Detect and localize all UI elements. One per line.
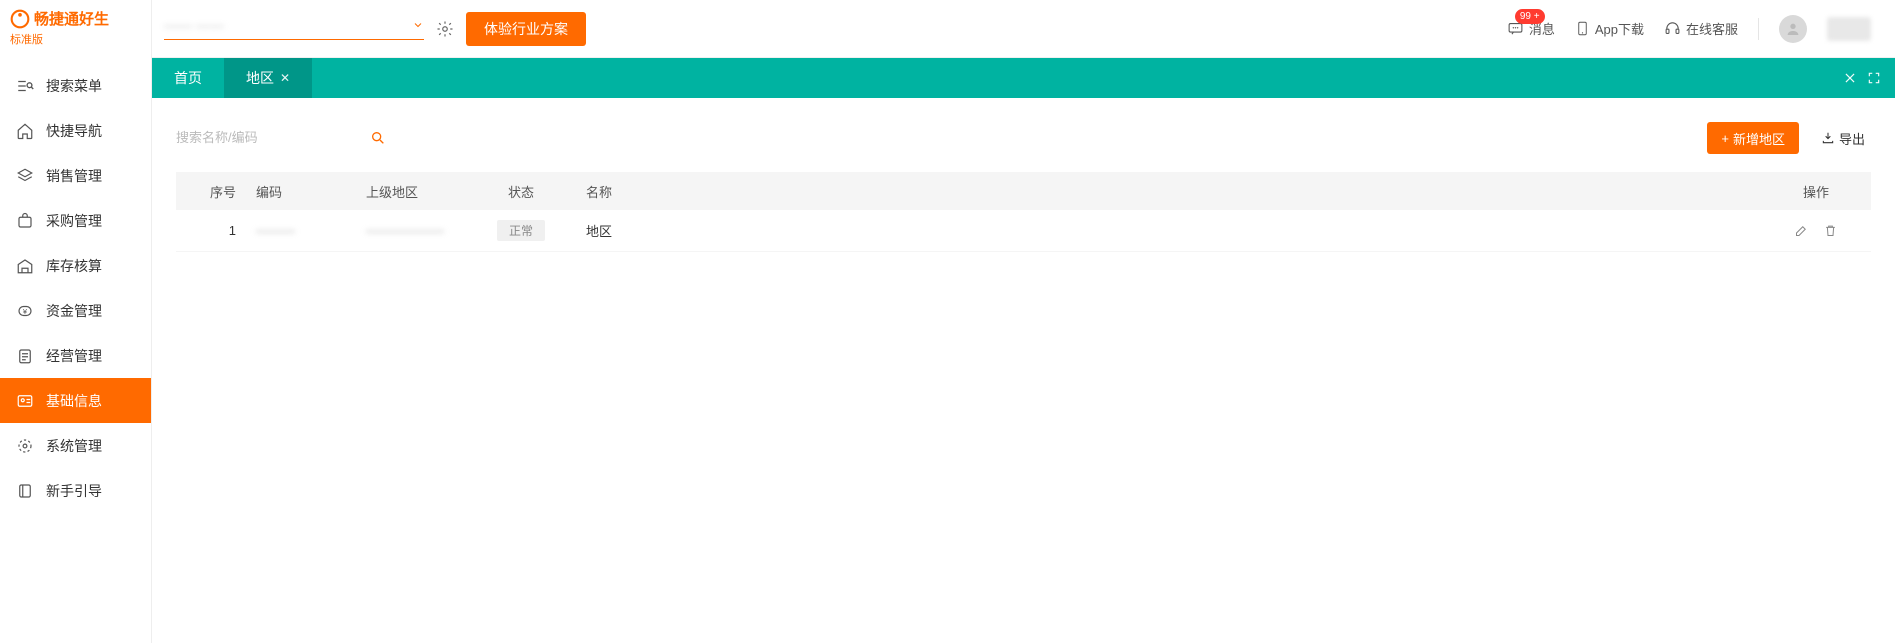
sidebar-item-gear-dashed[interactable]: 系统管理	[0, 423, 151, 468]
content-area: + 新增地区 导出 序号 编码 上级地区 状态 名称 操作 1—————————…	[152, 98, 1895, 643]
search-menu-icon	[16, 77, 34, 95]
table-header: 序号 编码 上级地区 状态 名称 操作	[176, 172, 1871, 210]
app-download-link[interactable]: App下载	[1575, 19, 1644, 38]
tab-1[interactable]: 地区 ✕	[224, 58, 312, 98]
col-name: 名称	[576, 182, 1761, 201]
sidebar-item-label: 采购管理	[46, 211, 102, 231]
chevron-down-icon	[412, 19, 424, 31]
fullscreen-icon[interactable]	[1867, 71, 1881, 85]
col-seq: 序号	[176, 182, 246, 201]
bag-icon	[16, 212, 34, 230]
svg-text:¥: ¥	[23, 307, 28, 316]
top-links: 99 + 消息 App下载 在线客服	[1507, 15, 1871, 43]
tab-0[interactable]: 首页	[152, 58, 224, 98]
headset-icon	[1664, 20, 1681, 37]
brand-edition: 标准版	[10, 31, 141, 47]
status-badge: 正常	[497, 220, 545, 241]
col-op: 操作	[1761, 182, 1871, 201]
divider	[1758, 18, 1759, 40]
online-service-label: 在线客服	[1686, 19, 1738, 38]
sidebar-item-guide[interactable]: 新手引导	[0, 468, 151, 513]
edit-icon[interactable]	[1794, 223, 1809, 238]
close-icon[interactable]: ✕	[280, 71, 290, 85]
sidebar-item-search-menu[interactable]: 搜索菜单	[0, 63, 151, 108]
toolbar: + 新增地区 导出	[176, 122, 1871, 154]
delete-icon[interactable]	[1823, 223, 1838, 238]
cell-status: 正常	[466, 220, 576, 241]
sidebar-item-label: 系统管理	[46, 436, 102, 456]
sidebar-item-label: 经营管理	[46, 346, 102, 366]
guide-icon	[16, 482, 34, 500]
add-region-label: 新增地区	[1733, 129, 1785, 148]
plus-icon: +	[1721, 131, 1729, 146]
table-row: 1—————————正常地区	[176, 210, 1871, 252]
search-input[interactable]	[176, 130, 360, 145]
region-table: 序号 编码 上级地区 状态 名称 操作 1—————————正常地区	[176, 172, 1871, 252]
brand-block: 畅捷通好生 标准版	[0, 0, 151, 51]
cell-name: 地区	[576, 221, 1761, 240]
sidebar-item-tag[interactable]: 销售管理	[0, 153, 151, 198]
warehouse-icon	[16, 257, 34, 275]
sidebar-item-label: 资金管理	[46, 301, 102, 321]
tab-label: 首页	[174, 68, 202, 88]
main-area: —— —— 体验行业方案 99 + 消息 App下载	[152, 0, 1895, 643]
sidebar-item-label: 基础信息	[46, 391, 102, 411]
cell-code: ———	[246, 223, 356, 238]
sidebar-item-home[interactable]: 快捷导航	[0, 108, 151, 153]
sidebar-item-label: 库存核算	[46, 256, 102, 276]
clipboard-icon	[16, 347, 34, 365]
user-icon	[1785, 21, 1801, 37]
sidebar-item-id-card[interactable]: 基础信息	[0, 378, 151, 423]
phone-icon	[1575, 20, 1590, 37]
sidebar-item-warehouse[interactable]: 库存核算	[0, 243, 151, 288]
tag-icon	[16, 167, 34, 185]
gear-dashed-icon	[16, 437, 34, 455]
experience-plan-button[interactable]: 体验行业方案	[466, 12, 586, 46]
col-code: 编码	[246, 182, 356, 201]
brand-name: 畅捷通好生	[34, 8, 109, 29]
sidebar-item-label: 快捷导航	[46, 121, 102, 141]
tab-label: 地区	[246, 68, 274, 88]
messages-link[interactable]: 99 + 消息	[1507, 19, 1555, 38]
cell-parent: ——————	[356, 223, 466, 238]
cell-seq: 1	[176, 223, 246, 238]
messages-badge: 99 +	[1515, 9, 1545, 24]
topbar: —— —— 体验行业方案 99 + 消息 App下载	[152, 0, 1895, 58]
close-all-tabs-icon[interactable]	[1843, 71, 1857, 85]
sidebar-item-label: 销售管理	[46, 166, 102, 186]
cell-op	[1761, 223, 1871, 238]
money-icon: ¥	[16, 302, 34, 320]
app-download-label: App下载	[1595, 19, 1644, 38]
sidebar-item-money[interactable]: ¥ 资金管理	[0, 288, 151, 333]
online-service-link[interactable]: 在线客服	[1664, 19, 1738, 38]
sidebar-item-bag[interactable]: 采购管理	[0, 198, 151, 243]
sidebar-item-clipboard[interactable]: 经营管理	[0, 333, 151, 378]
search-icon[interactable]	[370, 130, 386, 146]
user-name-placeholder	[1827, 17, 1871, 41]
tabs-row: 首页 地区 ✕	[152, 58, 1895, 98]
id-card-icon	[16, 392, 34, 410]
brand-icon	[10, 9, 30, 29]
add-region-button[interactable]: + 新增地区	[1707, 122, 1799, 154]
org-name: —— ——	[164, 17, 404, 33]
sidebar-item-label: 新手引导	[46, 481, 102, 501]
export-icon	[1821, 131, 1835, 145]
sidebar: 畅捷通好生 标准版 搜索菜单快捷导航销售管理采购管理库存核算 ¥ 资金管理经营管理基…	[0, 0, 152, 643]
export-label: 导出	[1839, 129, 1865, 148]
col-status: 状态	[466, 182, 576, 201]
side-nav: 搜索菜单快捷导航销售管理采购管理库存核算 ¥ 资金管理经营管理基础信息系统管理新手引…	[0, 63, 151, 513]
search-box	[176, 130, 386, 147]
settings-icon[interactable]	[436, 20, 454, 38]
org-selector[interactable]: —— ——	[164, 17, 424, 40]
home-icon	[16, 122, 34, 140]
col-parent: 上级地区	[356, 182, 466, 201]
tabs-actions	[1829, 58, 1895, 98]
export-button[interactable]: 导出	[1815, 122, 1871, 154]
avatar[interactable]	[1779, 15, 1807, 43]
sidebar-item-label: 搜索菜单	[46, 76, 102, 96]
brand-logo: 畅捷通好生	[10, 8, 141, 29]
